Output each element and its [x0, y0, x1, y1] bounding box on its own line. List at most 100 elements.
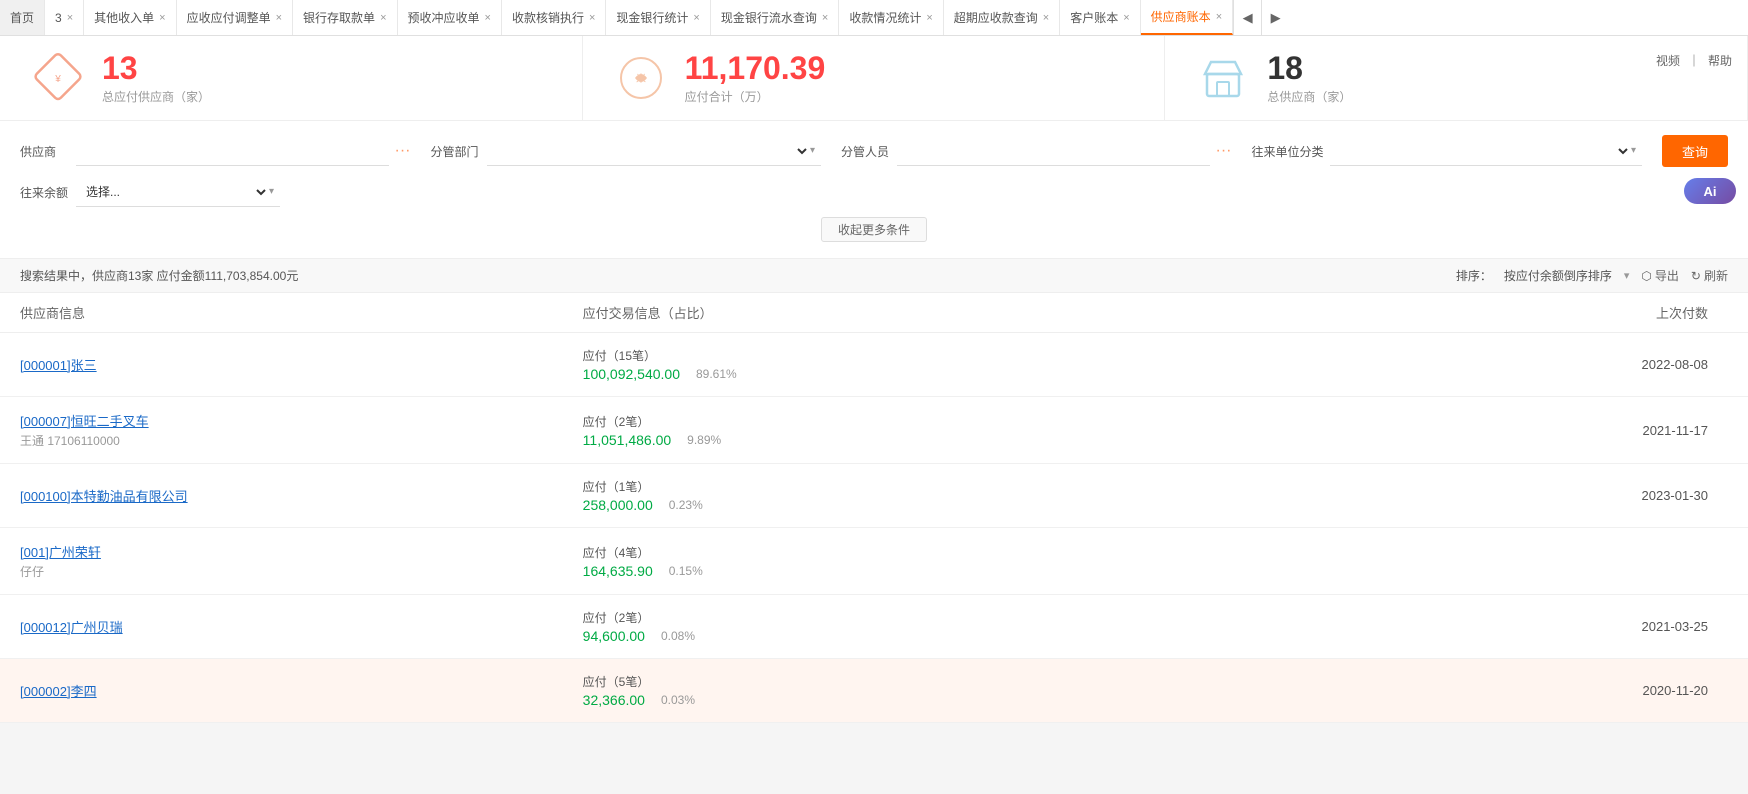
stat-total-payable-label: 应付合计（万） [685, 88, 826, 105]
tx-amount-row: 32,366.00 0.03% [583, 692, 1258, 708]
chevron-down-icon: ▾ [1624, 269, 1630, 282]
nav-tab-cash-stats[interactable]: 现金银行统计 × [606, 0, 710, 35]
tx-amount[interactable]: 32,366.00 [583, 692, 645, 708]
supplier-input[interactable] [76, 136, 389, 166]
table-body: [000001]张三 应付（15笔） 100,092,540.00 89.61%… [0, 333, 1748, 723]
supplier-link[interactable]: [000012]广州贝瑞 [20, 617, 583, 636]
nav-tab-customer-account[interactable]: 客户账本 × [1060, 0, 1140, 35]
dept-select-input[interactable] [493, 143, 810, 159]
close-icon[interactable]: × [1043, 12, 1049, 24]
nav-tab-other-income-label: 其他收入单 [94, 9, 154, 26]
supplier-dots-icon[interactable]: ··· [395, 142, 411, 160]
tx-label: 应付（2笔） [583, 413, 1258, 430]
supplier-link[interactable]: [000007]恒旺二手叉车 [20, 411, 583, 430]
chevron-down-icon: ▾ [269, 186, 274, 197]
help-link[interactable]: 帮助 [1708, 52, 1732, 69]
nav-tab-collection[interactable]: 收款核销执行 × [502, 0, 606, 35]
nav-tab-home[interactable]: 首页 [0, 0, 45, 35]
supplier-link[interactable]: [000001]张三 [20, 355, 583, 374]
balance-select-input[interactable]: 选择... [82, 184, 269, 200]
stat-total-suppliers-label: 总供应商（家） [1267, 88, 1351, 105]
video-link[interactable]: 视频 [1656, 52, 1680, 69]
tx-pct: 0.23% [669, 498, 703, 512]
nav-tab-cash-flow[interactable]: 现金银行流水查询 × [711, 0, 839, 35]
tx-label: 应付（15笔） [583, 347, 1258, 364]
filter-row-1: 供应商 ··· 分管部门 ▾ 分管人员 ··· 往来单位分类 ▾ 查询 [20, 135, 1728, 167]
ai-badge[interactable]: Ai [1684, 178, 1736, 204]
close-icon[interactable]: × [276, 12, 282, 24]
svg-text:米: 米 [636, 72, 646, 85]
nav-tab-collection-stats[interactable]: 收款情况统计 × [839, 0, 943, 35]
category-select[interactable]: ▾ [1330, 136, 1642, 166]
chevron-down-icon: ▾ [1631, 145, 1636, 156]
svg-text:¥: ¥ [54, 74, 61, 85]
supplier-link[interactable]: [000100]本特勤油品有限公司 [20, 486, 583, 505]
close-icon[interactable]: × [926, 12, 932, 24]
refresh-button[interactable]: ↻ 刷新 [1691, 267, 1728, 284]
results-bar: 搜索结果中，供应商13家 应付金额111,703,854.00元 排序： 按应付… [0, 259, 1748, 293]
nav-tab-other-income[interactable]: 其他收入单 × [84, 0, 176, 35]
export-button[interactable]: ⬡ 导出 [1641, 267, 1679, 284]
nav-tab-overdue[interactable]: 超期应收款查询 × [944, 0, 1060, 35]
person-input[interactable] [897, 136, 1210, 166]
close-icon[interactable]: × [1216, 11, 1222, 23]
nav-prev-arrow[interactable]: ◀ [1233, 0, 1261, 35]
close-icon[interactable]: × [485, 12, 491, 24]
tx-amount[interactable]: 258,000.00 [583, 497, 653, 513]
balance-filter-label: 往来余额 [20, 184, 70, 201]
nav-tab-adjustment[interactable]: 应收应付调整单 × [177, 0, 293, 35]
table-row: [000012]广州贝瑞 应付（2笔） 94,600.00 0.08% 2021… [0, 595, 1748, 659]
tx-amount[interactable]: 100,092,540.00 [583, 366, 680, 382]
category-select-input[interactable] [1336, 143, 1631, 159]
tx-label: 应付（4笔） [583, 544, 1258, 561]
dept-filter: 分管部门 ▾ [431, 136, 822, 166]
dept-select[interactable]: ▾ [487, 136, 822, 166]
tx-amount[interactable]: 164,635.90 [583, 563, 653, 579]
close-icon[interactable]: × [159, 12, 165, 24]
col-lastpay-header: 上次付数 [1258, 303, 1728, 322]
tx-label: 应付（5笔） [583, 673, 1258, 690]
query-button[interactable]: 查询 [1662, 135, 1728, 167]
close-icon[interactable]: × [693, 12, 699, 24]
tx-amount-row: 100,092,540.00 89.61% [583, 366, 1258, 382]
supplier-link[interactable]: [001]广州荣轩 [20, 542, 583, 561]
chevron-down-icon: ▾ [810, 145, 815, 156]
stat-total-payable: 米 11,170.39 应付合计（万） [583, 36, 1166, 120]
tx-label: 应付（2笔） [583, 609, 1258, 626]
close-icon[interactable]: × [822, 12, 828, 24]
table-row: [000100]本特勤油品有限公司 应付（1笔） 258,000.00 0.23… [0, 464, 1748, 528]
dept-filter-label: 分管部门 [431, 143, 481, 160]
nav-next-arrow[interactable]: ▶ [1261, 0, 1289, 35]
supplier-link[interactable]: [000002]李四 [20, 681, 583, 700]
close-icon[interactable]: × [589, 12, 595, 24]
top-navigation: 首页 3 × 其他收入单 × 应收应付调整单 × 银行存取款单 × 预收冲应收单… [0, 0, 1748, 36]
tx-pct: 9.89% [687, 433, 721, 447]
stat-payable-number: 13 [102, 52, 210, 84]
tx-amount-row: 258,000.00 0.23% [583, 497, 1258, 513]
transaction-cell: 应付（2笔） 94,600.00 0.08% [583, 609, 1258, 644]
sort-value[interactable]: 按应付余额倒序排序 [1504, 267, 1612, 284]
balance-select[interactable]: 选择... ▾ [76, 177, 280, 207]
lastpay-cell: 2020-11-20 [1258, 683, 1728, 698]
collapse-button[interactable]: 收起更多条件 [821, 217, 927, 242]
filter-row-2: 往来余额 选择... ▾ [20, 177, 1728, 207]
nav-tab-3[interactable]: 3 × [45, 0, 84, 35]
nav-tab-bank-label: 银行存取款单 [303, 9, 375, 26]
tx-pct: 0.08% [661, 629, 695, 643]
top-links: 视频 ｜ 帮助 [1656, 52, 1732, 69]
nav-tab-bank[interactable]: 银行存取款单 × [293, 0, 397, 35]
tx-amount[interactable]: 11,051,486.00 [583, 432, 672, 448]
lastpay-cell: 2021-11-17 [1258, 423, 1728, 438]
nav-tab-prepay[interactable]: 预收冲应收单 × [398, 0, 502, 35]
col-supplier-header: 供应商信息 [20, 303, 583, 322]
wheat-icon: 米 [613, 50, 669, 106]
person-dots-icon[interactable]: ··· [1216, 142, 1232, 160]
close-icon[interactable]: × [1123, 12, 1129, 24]
category-filter: 往来单位分类 ▾ [1252, 136, 1643, 166]
stat-total-suppliers-text: 18 总供应商（家） [1267, 52, 1351, 105]
close-icon[interactable]: × [67, 12, 73, 24]
tx-amount[interactable]: 94,600.00 [583, 628, 645, 644]
stat-total-suppliers: 18 总供应商（家） [1165, 36, 1748, 120]
nav-tab-supplier-account[interactable]: 供应商账本 × [1141, 0, 1233, 35]
close-icon[interactable]: × [380, 12, 386, 24]
